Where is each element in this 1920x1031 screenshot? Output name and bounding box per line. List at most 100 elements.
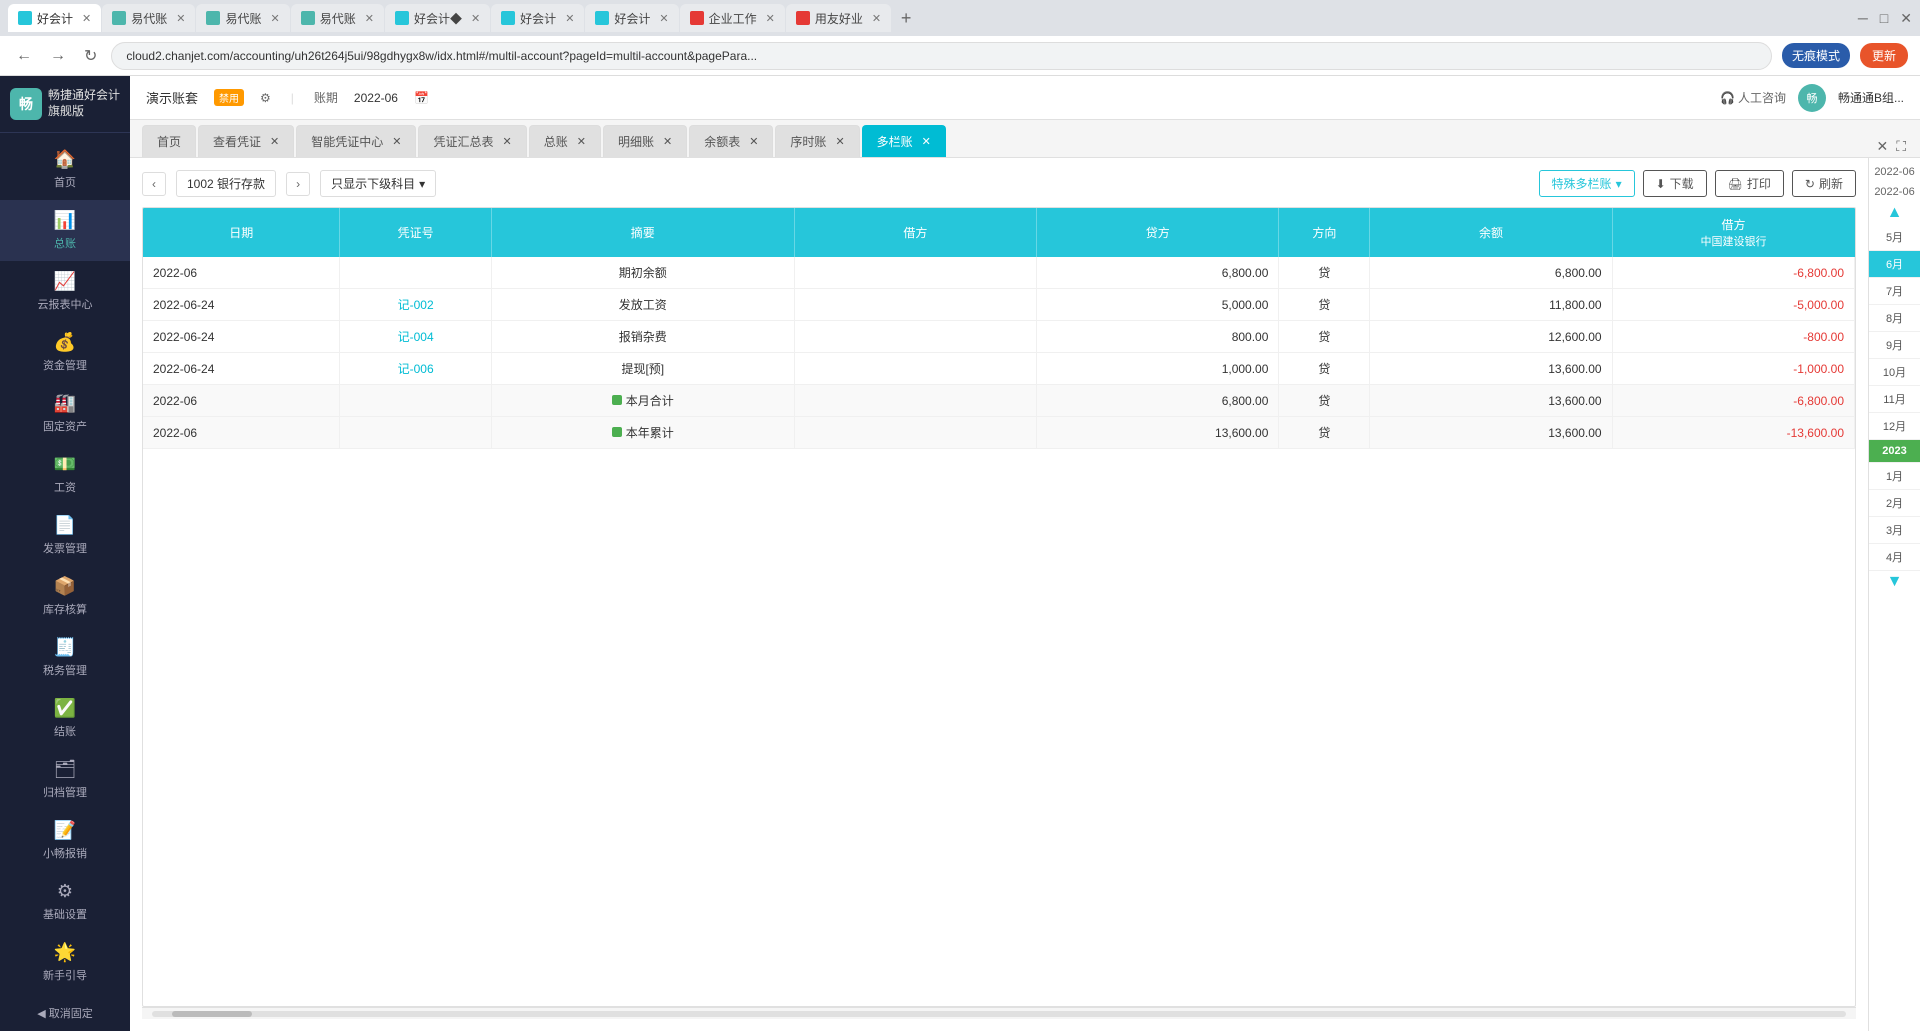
refresh-button[interactable]: ↻ 刷新 — [1792, 170, 1856, 197]
month-item[interactable]: 8月 — [1869, 305, 1920, 332]
pin-button[interactable]: ◀ 取消固定 — [5, 1005, 125, 1021]
cell-voucher[interactable]: 记-006 — [340, 353, 491, 385]
tab-close-icon[interactable]: ✕ — [392, 135, 401, 148]
month-item[interactable]: 1月 — [1869, 463, 1920, 490]
tab-detail-ledger[interactable]: 明细账 ✕ — [603, 125, 687, 157]
sidebar-item-close-books[interactable]: ✅ 结账 — [0, 688, 130, 749]
tab-close-icon[interactable]: ✕ — [835, 135, 844, 148]
tab-close-btn[interactable]: ✕ — [471, 12, 480, 25]
tab-close-icon[interactable]: ✕ — [270, 135, 279, 148]
update-button[interactable]: 更新 — [1860, 43, 1908, 68]
cell-direction: 贷 — [1279, 257, 1370, 289]
collapse-panel-button[interactable]: ✕ — [1874, 136, 1890, 157]
month-item[interactable]: 2月 — [1869, 490, 1920, 517]
sidebar-item-ledger[interactable]: 📊 总账 — [0, 200, 130, 261]
tab-multi-column[interactable]: 多栏账 ✕ — [862, 125, 946, 157]
special-column-button[interactable]: 特殊多栏账 ▾ — [1539, 170, 1635, 197]
tab-close-icon[interactable]: ✕ — [922, 135, 931, 148]
sidebar-item-guide[interactable]: 🌟 新手引导 — [0, 932, 130, 993]
sidebar-item-settings[interactable]: ⚙ 基础设置 — [0, 871, 130, 932]
sidebar-item-funds[interactable]: 💰 资金管理 — [0, 322, 130, 383]
tab-haokuaiji-6[interactable]: 好会计 ✕ — [585, 4, 678, 32]
tab-haokuaiji-4[interactable]: 好会计◆ ✕ — [385, 4, 490, 32]
minimize-button[interactable]: ─ — [1858, 10, 1868, 26]
tab-yidaizhang-1[interactable]: 易代账 ✕ — [102, 4, 195, 32]
tab-balance-table[interactable]: 余额表 ✕ — [689, 125, 773, 157]
month-item[interactable]: 5月 — [1869, 224, 1920, 251]
refresh-button[interactable]: ↻ — [80, 42, 101, 70]
print-button[interactable]: 🖨 打印 — [1715, 170, 1784, 197]
voucher-link[interactable]: 记-002 — [398, 298, 434, 312]
tab-haokuaiji-5[interactable]: 好会计 ✕ — [491, 4, 584, 32]
sidebar-item-inventory[interactable]: 📦 库存核算 — [0, 566, 130, 627]
voucher-link[interactable]: 记-004 — [398, 330, 434, 344]
sidebar-item-tax[interactable]: 🧾 税务管理 — [0, 627, 130, 688]
app-layout: 畅 畅捷通好会计 旗舰版 🏠 首页 📊 总账 📈 云报表中心 💰 资金管 — [0, 76, 1920, 1031]
sidebar-item-invoice[interactable]: 📄 发票管理 — [0, 505, 130, 566]
scroll-up-button[interactable]: ▲ — [1885, 202, 1905, 224]
tab-close-icon[interactable]: ✕ — [663, 135, 672, 148]
tab-close-btn[interactable]: ✕ — [82, 12, 91, 25]
tab-close-btn[interactable]: ✕ — [659, 12, 668, 25]
url-input[interactable]: cloud2.chanjet.com/accounting/uh26t264j5… — [111, 42, 1772, 70]
calendar-icon[interactable]: 📅 — [414, 91, 429, 105]
sidebar-item-archive[interactable]: 🗂 归档管理 — [0, 749, 130, 810]
download-button[interactable]: ⬇ 下载 — [1643, 170, 1707, 197]
month-item[interactable]: 4月 — [1869, 544, 1920, 571]
tab-yidaizhang-3[interactable]: 易代账 ✕ — [291, 4, 384, 32]
tab-close-icon[interactable]: ✕ — [503, 135, 512, 148]
sidebar-item-fixed-assets[interactable]: 🏭 固定资产 — [0, 383, 130, 444]
cell-debit — [794, 385, 1036, 417]
tab-general-ledger[interactable]: 总账 ✕ — [529, 125, 601, 157]
user-avatar[interactable]: 畅 — [1798, 84, 1826, 112]
tab-close-btn[interactable]: ✕ — [365, 12, 374, 25]
back-button[interactable]: ← — [12, 43, 36, 69]
tab-yonyou[interactable]: 用友好业 ✕ — [786, 4, 891, 32]
month-item[interactable]: 7月 — [1869, 278, 1920, 305]
forward-button[interactable]: → — [46, 43, 70, 69]
expand-panel-button[interactable]: ⛶ — [1894, 136, 1908, 157]
consult-button[interactable]: 🎧 人工咨询 — [1720, 89, 1786, 106]
tab-smart-voucher[interactable]: 智能凭证中心 ✕ — [296, 125, 416, 157]
tab-close-btn[interactable]: ✕ — [766, 12, 775, 25]
tab-close-btn[interactable]: ✕ — [176, 12, 185, 25]
sidebar-item-home[interactable]: 🏠 首页 — [0, 139, 130, 200]
voucher-link[interactable]: 记-006 — [398, 362, 434, 376]
horizontal-scrollbar[interactable] — [142, 1007, 1856, 1019]
settings-icon[interactable]: ⚙ — [260, 91, 271, 105]
sidebar-item-salary[interactable]: 💵 工资 — [0, 444, 130, 505]
tab-yidaizhang-2[interactable]: 易代账 ✕ — [196, 4, 289, 32]
tab-close-btn[interactable]: ✕ — [872, 12, 881, 25]
tab-haokuaiji-active[interactable]: 好会计 ✕ — [8, 4, 101, 32]
month-item[interactable]: 9月 — [1869, 332, 1920, 359]
tab-close-btn[interactable]: ✕ — [270, 12, 279, 25]
wuhen-mode-button[interactable]: 无痕模式 — [1782, 43, 1850, 68]
tab-voucher-summary[interactable]: 凭证汇总表 ✕ — [418, 125, 526, 157]
month-item[interactable]: 10月 — [1869, 359, 1920, 386]
month-item[interactable]: 12月 — [1869, 413, 1920, 440]
tab-sequence-ledger[interactable]: 序时账 ✕ — [775, 125, 859, 157]
close-window-button[interactable]: ✕ — [1900, 10, 1912, 27]
cell-voucher[interactable]: 记-004 — [340, 321, 491, 353]
cell-voucher[interactable]: 记-002 — [340, 289, 491, 321]
sidebar-item-reports[interactable]: 📈 云报表中心 — [0, 261, 130, 322]
account-selector[interactable]: 1002 银行存款 — [176, 170, 276, 197]
sidebar-item-expense[interactable]: 📝 小畅报销 — [0, 810, 130, 871]
month-item[interactable]: 11月 — [1869, 386, 1920, 413]
scroll-down-button[interactable]: ▼ — [1885, 571, 1905, 593]
month-item[interactable]: 2023 — [1869, 440, 1920, 463]
month-item[interactable]: 6月 — [1869, 251, 1920, 278]
filter-dropdown[interactable]: 只显示下级科目 ▾ — [320, 170, 436, 197]
tab-home[interactable]: 首页 — [142, 125, 196, 157]
next-account-button[interactable]: › — [286, 172, 310, 196]
tab-close-btn[interactable]: ✕ — [565, 12, 574, 25]
maximize-button[interactable]: □ — [1880, 10, 1888, 26]
month-item[interactable]: 3月 — [1869, 517, 1920, 544]
scroll-thumb[interactable] — [172, 1011, 252, 1017]
new-tab-button[interactable]: + — [892, 4, 920, 32]
tab-close-icon[interactable]: ✕ — [577, 135, 586, 148]
prev-account-button[interactable]: ‹ — [142, 172, 166, 196]
tab-close-icon[interactable]: ✕ — [749, 135, 758, 148]
tab-view-voucher[interactable]: 查看凭证 ✕ — [198, 125, 294, 157]
tab-enterprise[interactable]: 企业工作 ✕ — [680, 4, 785, 32]
